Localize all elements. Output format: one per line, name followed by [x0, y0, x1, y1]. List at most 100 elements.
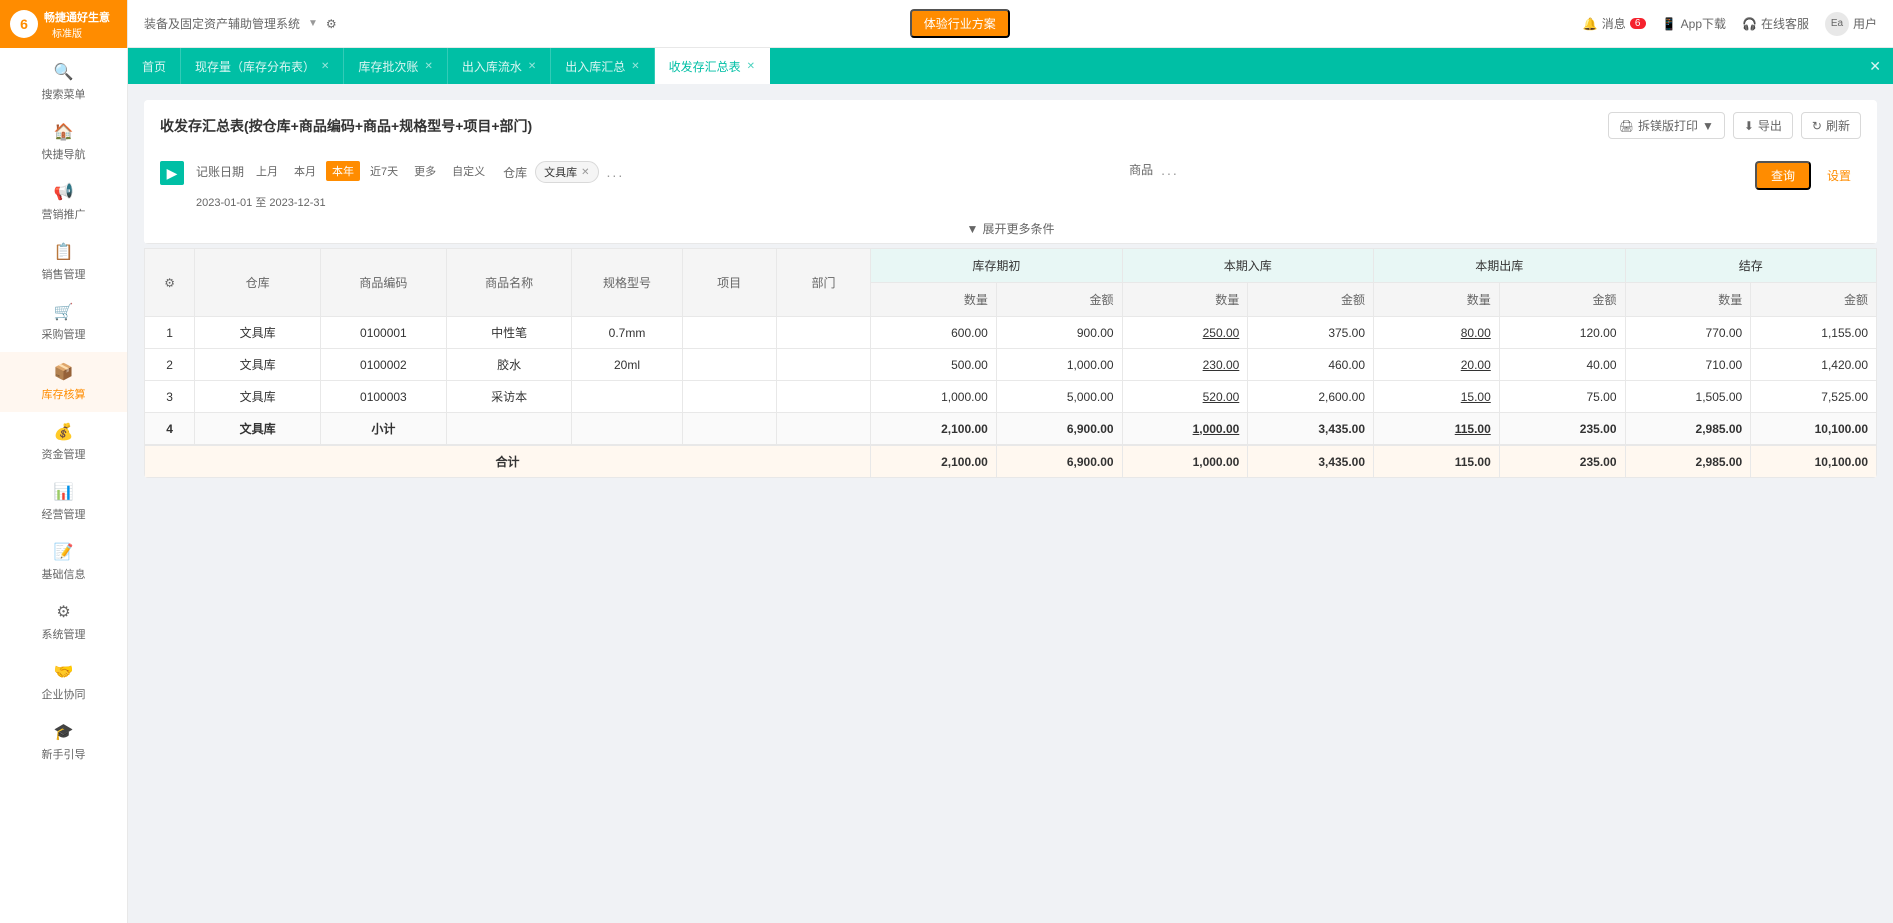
row3-in-qty[interactable]: 520.00 — [1122, 381, 1248, 413]
top-bar: 装备及固定资产辅助管理系统 ▼ ⚙ 体验行业方案 🔔 消息 6 📱 App下载 … — [128, 0, 1893, 48]
tab-batch-close[interactable]: ✕ — [424, 61, 432, 72]
date-buttons: 上月 本月 本年 近7天 更多 自定义 — [250, 161, 491, 181]
row2-closing-qty: 710.00 — [1625, 349, 1751, 381]
row2-out-qty-link[interactable]: 20.00 — [1461, 358, 1491, 372]
sidebar-item-label: 销售管理 — [42, 266, 86, 282]
subtotal-in-qty-link[interactable]: 1,000.00 — [1193, 422, 1240, 436]
sidebar-item-cooperation[interactable]: 🤝 企业协同 — [0, 652, 127, 712]
page-header: 收发存汇总表(按仓库+商品编码+商品+规格型号+项目+部门) 🖨 拆镁版打印 ▼… — [144, 100, 1877, 139]
sidebar-item-operation[interactable]: 📊 经营管理 — [0, 472, 127, 532]
tab-recv-send[interactable]: 收发存汇总表 ✕ — [655, 48, 770, 84]
tab-in-out-flow[interactable]: 出入库流水 ✕ — [448, 48, 551, 84]
date-btn-more[interactable]: 更多 — [408, 161, 442, 181]
warehouse-tag-close[interactable]: ✕ — [581, 167, 589, 178]
row3-out-qty[interactable]: 15.00 — [1374, 381, 1500, 413]
product-ellipsis[interactable]: ... — [1161, 162, 1179, 178]
row3-out-qty-link[interactable]: 15.00 — [1461, 390, 1491, 404]
sidebar-item-quicknav[interactable]: 🏠 快捷导航 — [0, 112, 127, 172]
row1-warehouse: 文具库 — [195, 317, 321, 349]
subtotal-out-qty[interactable]: 115.00 — [1374, 413, 1500, 446]
row1-out-qty[interactable]: 80.00 — [1374, 317, 1500, 349]
settings-btn[interactable]: ⚙ — [326, 17, 337, 31]
tab-home[interactable]: 首页 — [128, 48, 181, 84]
row3-in-qty-link[interactable]: 520.00 — [1203, 390, 1240, 404]
sidebar-item-purchase[interactable]: 🛒 采购管理 — [0, 292, 127, 352]
user-label: 用户 — [1853, 15, 1877, 32]
sidebar-item-inventory[interactable]: 📦 库存核算 — [0, 352, 127, 412]
sidebar-item-finance[interactable]: 💰 资金管理 — [0, 412, 127, 472]
row1-in-qty-link[interactable]: 250.00 — [1203, 326, 1240, 340]
subtotal-empty3 — [682, 413, 776, 446]
row2-in-qty[interactable]: 230.00 — [1122, 349, 1248, 381]
gear-icon: ⚙ — [56, 602, 70, 622]
sidebar-item-label: 基础信息 — [42, 566, 86, 582]
print-btn[interactable]: 🖨 拆镁版打印 ▼ — [1608, 112, 1725, 139]
refresh-btn[interactable]: ↻ 刷新 — [1801, 112, 1861, 139]
export-btn[interactable]: ⬇ 导出 — [1733, 112, 1793, 139]
sidebar-item-system[interactable]: ⚙ 系统管理 — [0, 592, 127, 652]
subtotal-in-qty[interactable]: 1,000.00 — [1122, 413, 1248, 446]
row3-warehouse: 文具库 — [195, 381, 321, 413]
sidebar-item-label: 资金管理 — [42, 446, 86, 462]
filter-toggle[interactable]: ▶ — [160, 161, 184, 185]
tab-recv-send-close[interactable]: ✕ — [747, 61, 755, 72]
sidebar-item-basic[interactable]: 📝 基础信息 — [0, 532, 127, 592]
row3-dept — [776, 381, 870, 413]
total-opening-amt: 6,900.00 — [996, 445, 1122, 478]
subtotal-opening-qty: 2,100.00 — [871, 413, 997, 446]
tab-stock-dist[interactable]: 现存量（库存分布表） ✕ — [181, 48, 344, 84]
total-in-amt: 3,435.00 — [1248, 445, 1374, 478]
export-label: 导出 — [1758, 117, 1782, 134]
export-icon: ⬇ — [1744, 119, 1754, 133]
table-settings-icon[interactable]: ⚙ — [164, 276, 175, 290]
page-title: 收发存汇总表(按仓库+商品编码+商品+规格型号+项目+部门) — [160, 116, 532, 136]
subtotal-closing-qty: 2,985.00 — [1625, 413, 1751, 446]
tab-recv-send-label: 收发存汇总表 — [669, 58, 741, 75]
query-button[interactable]: 查询 — [1755, 161, 1811, 190]
message-btn[interactable]: 🔔 消息 6 — [1583, 15, 1646, 32]
tab-stock-dist-close[interactable]: ✕ — [321, 61, 329, 72]
tab-in-out-summary-close[interactable]: ✕ — [631, 61, 639, 72]
subtotal-label: 小计 — [321, 413, 447, 446]
row2-in-qty-link[interactable]: 230.00 — [1203, 358, 1240, 372]
row1-no: 1 — [145, 317, 195, 349]
sidebar-item-search[interactable]: 🔍 搜索菜单 — [0, 52, 127, 112]
app-download-btn[interactable]: 📱 App下载 — [1662, 15, 1726, 32]
date-btn-7days[interactable]: 近7天 — [364, 161, 404, 181]
subtotal-out-qty-link[interactable]: 115.00 — [1455, 422, 1491, 436]
logo-text: 畅捷通好生意 标准版 — [44, 9, 110, 40]
subtotal-empty2 — [572, 413, 682, 446]
tab-batch[interactable]: 库存批次账 ✕ — [344, 48, 447, 84]
headset-icon: 🎧 — [1742, 17, 1757, 31]
online-service-btn[interactable]: 🎧 在线客服 — [1742, 15, 1809, 32]
chart-icon: 📊 — [54, 482, 74, 502]
logo-tag: 标准版 — [48, 28, 86, 41]
tab-bar-close-all[interactable]: ✕ — [1857, 58, 1893, 75]
date-btn-custom[interactable]: 自定义 — [446, 161, 491, 181]
date-btn-this-year[interactable]: 本年 — [326, 161, 360, 181]
row3-opening-amt: 5,000.00 — [996, 381, 1122, 413]
subtotal-in-amt: 3,435.00 — [1248, 413, 1374, 446]
page-title-row: 收发存汇总表(按仓库+商品编码+商品+规格型号+项目+部门) 🖨 拆镁版打印 ▼… — [160, 112, 1861, 139]
filter-row-top: ▶ 记账日期 上月 本月 本年 近7天 更多 自定义 仓库 — [144, 151, 1877, 194]
experience-button[interactable]: 体验行业方案 — [910, 9, 1010, 38]
row1-in-qty[interactable]: 250.00 — [1122, 317, 1248, 349]
tab-in-out-flow-close[interactable]: ✕ — [528, 61, 536, 72]
expand-btn[interactable]: ▼ 展开更多条件 — [967, 220, 1055, 237]
tab-in-out-summary[interactable]: 出入库汇总 ✕ — [551, 48, 654, 84]
row1-out-qty-link[interactable]: 80.00 — [1461, 326, 1491, 340]
sidebar-item-guide[interactable]: 🎓 新手引导 — [0, 712, 127, 772]
date-range-text: 2023-01-01 至 2023-12-31 — [196, 197, 326, 209]
set-button[interactable]: 设置 — [1817, 163, 1861, 188]
handshake-icon: 🤝 — [54, 662, 74, 682]
sidebar-item-marketing[interactable]: 📢 营销推广 — [0, 172, 127, 232]
row2-out-qty[interactable]: 20.00 — [1374, 349, 1500, 381]
date-btn-this-month[interactable]: 本月 — [288, 161, 322, 181]
sidebar-item-sales[interactable]: 📋 销售管理 — [0, 232, 127, 292]
money-icon: 💰 — [54, 422, 74, 442]
date-btn-last-month[interactable]: 上月 — [250, 161, 284, 181]
row3-code: 0100003 — [321, 381, 447, 413]
warehouse-ellipsis[interactable]: ... — [607, 164, 625, 180]
table-settings-col[interactable]: ⚙ — [145, 249, 195, 317]
user-btn[interactable]: Ea 用户 — [1825, 12, 1877, 36]
